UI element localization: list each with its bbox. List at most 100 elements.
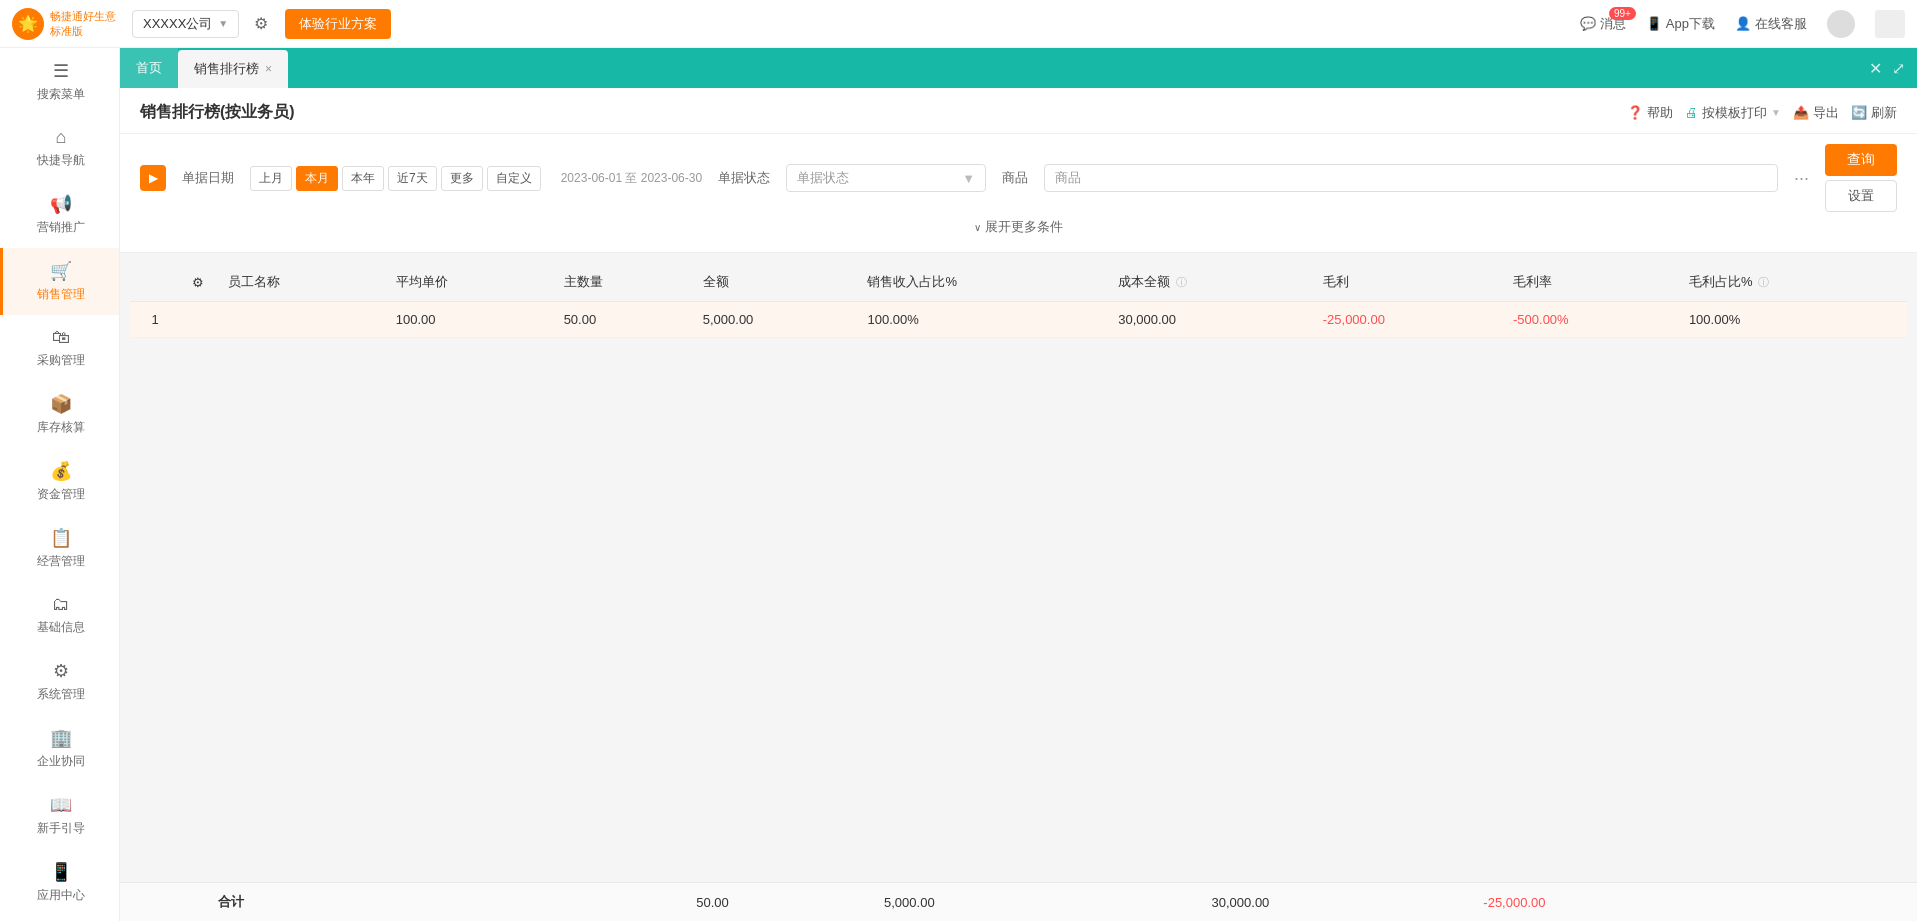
- cell-cost-amount: 30,000.00: [1106, 302, 1311, 338]
- sidebar-item-purchase[interactable]: 🛍 采购管理: [0, 315, 119, 381]
- tab-sales-ranking-label: 销售排行榜: [194, 60, 259, 78]
- sidebar-item-app-center[interactable]: 📱 应用中心: [0, 849, 119, 916]
- app-center-icon: 📱: [50, 861, 72, 883]
- cell-amount: 5,000.00: [691, 302, 856, 338]
- footer-gross-profit: -25,000.00: [1471, 883, 1757, 921]
- query-button[interactable]: 查询: [1825, 144, 1897, 176]
- sidebar-item-quick-nav[interactable]: ⌂ 快捷导航: [0, 115, 119, 181]
- company-selector[interactable]: XXXXX公司 ▼: [132, 10, 239, 38]
- message-item[interactable]: 💬 消息 99+: [1580, 15, 1626, 33]
- more-filter-dots[interactable]: ···: [1794, 169, 1809, 187]
- footer-rank-cell: [120, 883, 170, 921]
- cell-sales-pct: 100.00%: [855, 302, 1106, 338]
- th-gross-margin: 毛利率: [1501, 263, 1677, 302]
- print-btn[interactable]: 🖨 按模板打印 ▼: [1685, 104, 1781, 122]
- filter-row: ▶ 单据日期 上月 本月 本年 近7天 更多 自定义 2023-06-01 至 …: [140, 144, 1897, 212]
- sidebar-label-system: 系统管理: [37, 686, 85, 703]
- date-btn-more[interactable]: 更多: [441, 166, 483, 191]
- page-header: 销售排行榜(按业务员) ❓ 帮助 🖨 按模板打印 ▼ 📤 导出 🔄 刷新: [120, 88, 1917, 134]
- sidebar-item-operations[interactable]: 📋 经营管理: [0, 515, 119, 582]
- gross-pct-hint-icon: ⓘ: [1758, 276, 1769, 288]
- date-btn-this-month[interactable]: 本月: [296, 166, 338, 191]
- sidebar-item-sales[interactable]: 🛒 销售管理: [0, 248, 119, 315]
- trial-button[interactable]: 体验行业方案: [285, 9, 391, 39]
- message-icon: 💬: [1580, 16, 1596, 31]
- cell-gross-margin: -500.00%: [1501, 302, 1677, 338]
- tab-maximize-icon[interactable]: ⤢: [1892, 59, 1905, 78]
- cell-main-qty: 50.00: [552, 302, 691, 338]
- main-content: 首页 销售排行榜 × ✕ ⤢ 销售排行榜(按业务员) ❓ 帮助 🖨 按模板打印: [120, 48, 1917, 921]
- tab-sales-ranking[interactable]: 销售排行榜 ×: [178, 50, 288, 88]
- settings-small-button[interactable]: 设置: [1825, 180, 1897, 212]
- sidebar-item-beginner-guide[interactable]: 📖 新手引导: [0, 782, 119, 849]
- th-sales-pct: 销售收入占比%: [855, 263, 1106, 302]
- beginner-guide-icon: 📖: [50, 794, 72, 816]
- message-badge: 99+: [1609, 7, 1636, 20]
- sidebar-item-finance[interactable]: 💰 资金管理: [0, 448, 119, 515]
- footer-main-qty: 50.00: [684, 883, 872, 921]
- th-settings[interactable]: ⚙: [180, 263, 216, 302]
- status-select-placeholder: 单据状态: [797, 169, 849, 187]
- th-cost-amount: 成本全额 ⓘ: [1106, 263, 1311, 302]
- cell-employee: [216, 302, 384, 338]
- th-gross-pct: 毛利占比% ⓘ: [1677, 263, 1907, 302]
- date-btn-custom[interactable]: 自定义: [487, 166, 541, 191]
- table-footer: 合计 50.00 5,000.00 30,000.00 -25,000.00: [120, 882, 1917, 921]
- table-area: ⚙ 员工名称 平均单价 主数量 全额 销售收入占比% 成本全额 ⓘ 毛利 毛利率…: [130, 263, 1907, 338]
- online-service-item[interactable]: 👤 在线客服: [1735, 15, 1807, 33]
- footer-cost-amount: 30,000.00: [1200, 883, 1472, 921]
- filter-arrow-btn[interactable]: ▶: [140, 165, 166, 191]
- date-btn-last-month[interactable]: 上月: [250, 166, 292, 191]
- cell-gross-profit: -25,000.00: [1311, 302, 1501, 338]
- inventory-icon: 📦: [50, 393, 72, 415]
- sidebar-item-marketing[interactable]: 📢 营销推广: [0, 181, 119, 248]
- help-btn[interactable]: ❓ 帮助: [1627, 104, 1673, 122]
- tab-close-window-icon[interactable]: ✕: [1869, 59, 1882, 78]
- expand-more-btn[interactable]: ∨ 展开更多条件: [140, 212, 1897, 242]
- refresh-btn[interactable]: 🔄 刷新: [1851, 104, 1897, 122]
- avatar[interactable]: [1827, 10, 1855, 38]
- sidebar-item-search[interactable]: ☰ 搜索菜单: [0, 48, 119, 115]
- status-select-arrow: ▼: [962, 171, 975, 186]
- sidebar-item-inventory[interactable]: 📦 库存核算: [0, 381, 119, 448]
- date-btn-last-7-days[interactable]: 近7天: [388, 166, 437, 191]
- export-btn[interactable]: 📤 导出: [1793, 104, 1839, 122]
- page-area: 销售排行榜(按业务员) ❓ 帮助 🖨 按模板打印 ▼ 📤 导出 🔄 刷新: [120, 88, 1917, 921]
- filter-action-buttons: 查询 设置: [1825, 144, 1897, 212]
- export-icon: 📤: [1793, 105, 1809, 120]
- header-settings-icon[interactable]: ⚙: [247, 10, 275, 38]
- date-filter-label: 单据日期: [182, 169, 234, 187]
- sidebar-item-system[interactable]: ⚙ 系统管理: [0, 648, 119, 715]
- tab-home-label: 首页: [136, 59, 162, 77]
- home-icon: ⌂: [56, 127, 67, 148]
- status-select[interactable]: 单据状态 ▼: [786, 164, 986, 192]
- logo-area: 🌟 畅捷通好生意 标准版: [12, 8, 132, 40]
- sidebar: ☰ 搜索菜单 ⌂ 快捷导航 📢 营销推广 🛒 销售管理 🛍 采购管理 📦 库存核…: [0, 48, 120, 921]
- footer-settings-cell: [170, 883, 206, 921]
- company-name: XXXXX公司: [143, 15, 212, 33]
- print-label: 按模板打印: [1702, 104, 1767, 122]
- date-btn-this-year[interactable]: 本年: [342, 166, 384, 191]
- tab-close-icon[interactable]: ×: [265, 62, 272, 76]
- tab-bar-right: ✕ ⤢: [1869, 59, 1917, 78]
- goods-select[interactable]: 商品: [1044, 164, 1778, 192]
- sidebar-label-beginner-guide: 新手引导: [37, 820, 85, 837]
- help-label: 帮助: [1647, 104, 1673, 122]
- sidebar-item-enterprise-wechat[interactable]: 💬 企业微信: [0, 916, 119, 921]
- purchase-icon: 🛍: [52, 327, 70, 348]
- tab-home[interactable]: 首页: [120, 48, 178, 88]
- logo-icon: 🌟: [12, 8, 44, 40]
- page-title: 销售排行榜(按业务员): [140, 102, 295, 123]
- data-table: ⚙ 员工名称 平均单价 主数量 全额 销售收入占比% 成本全额 ⓘ 毛利 毛利率…: [130, 263, 1907, 338]
- sidebar-label-purchase: 采购管理: [37, 352, 85, 369]
- table-row: 1 100.00 50.00 5,000.00 100.00% 30,000.0…: [130, 302, 1907, 338]
- logo-text: 畅捷通好生意 标准版: [50, 9, 116, 38]
- sidebar-label-inventory: 库存核算: [37, 419, 85, 436]
- sidebar-item-basic-info[interactable]: 🗂 基础信息: [0, 582, 119, 648]
- sidebar-label-sales: 销售管理: [37, 286, 85, 303]
- footer-label: 合计: [206, 883, 605, 921]
- filter-expand-arrow[interactable]: ▶: [140, 165, 166, 191]
- sidebar-label-basic-info: 基础信息: [37, 619, 85, 636]
- app-download-item[interactable]: 📱 App下载: [1646, 15, 1715, 33]
- sidebar-item-enterprise-collab[interactable]: 🏢 企业协同: [0, 715, 119, 782]
